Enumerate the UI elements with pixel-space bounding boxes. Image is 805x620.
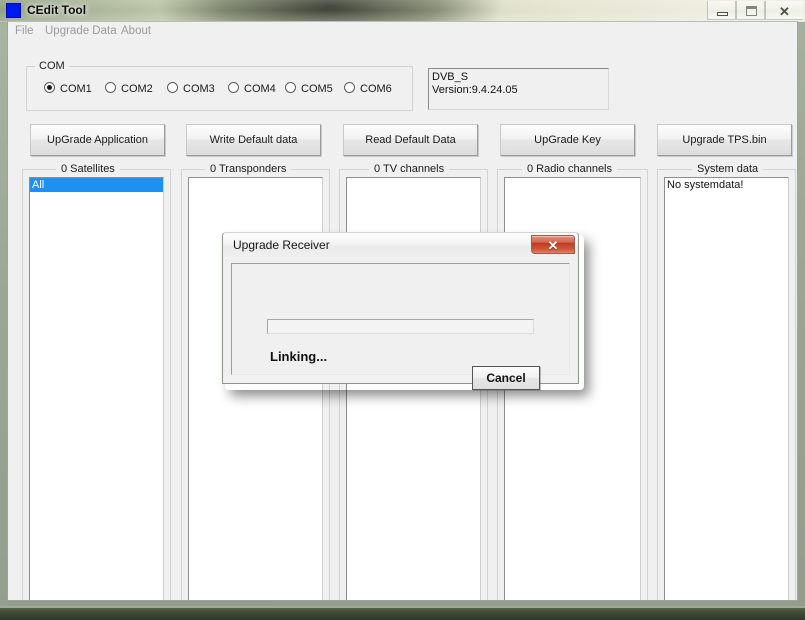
menu-item-file[interactable]: File <box>15 25 34 37</box>
desktop-wallpaper-strip <box>0 606 805 620</box>
radio-dot-icon <box>228 82 239 93</box>
radio-com6-label: COM6 <box>360 83 392 95</box>
radio-dot-icon <box>167 82 178 93</box>
radio-channels-group-label: 0 Radio channels <box>522 163 618 175</box>
satellites-group-label: 0 Satellites <box>56 163 120 175</box>
radio-dot-icon <box>44 82 55 93</box>
radio-com2[interactable]: COM2 <box>105 82 153 98</box>
cancel-button[interactable]: Cancel <box>472 366 540 390</box>
device-type-label: DVB_S <box>432 71 469 83</box>
dialog-title: Upgrade Receiver <box>233 238 330 252</box>
window-titlebar[interactable]: CEdit Tool ✕ <box>0 0 805 21</box>
write-default-data-button[interactable]: Write Default data <box>186 124 321 156</box>
minimize-icon <box>717 12 728 16</box>
menu-item-about[interactable]: About <box>121 25 151 37</box>
system-data-group: System data No systemdata! <box>657 163 796 600</box>
close-icon: ✕ <box>779 4 790 19</box>
dialog-status-text: Linking... <box>270 349 328 364</box>
maximize-icon <box>746 6 757 16</box>
tv-channels-group-label: 0 TV channels <box>369 163 450 175</box>
radio-com5-label: COM5 <box>301 83 333 95</box>
radio-com4-label: COM4 <box>244 83 276 95</box>
radio-com4[interactable]: COM4 <box>228 82 276 98</box>
read-default-data-button[interactable]: Read Default Data <box>343 124 478 156</box>
radio-com6[interactable]: COM6 <box>344 82 392 98</box>
radio-com5[interactable]: COM5 <box>285 82 333 98</box>
radio-dot-icon <box>285 82 296 93</box>
radio-dot-icon <box>344 82 355 93</box>
transponders-group-label: 0 Transponders <box>205 163 292 175</box>
device-version-label: Version:9.4.24.05 <box>432 84 518 96</box>
upgrade-tps-bin-button[interactable]: Upgrade TPS.bin <box>657 124 792 156</box>
radio-com3-label: COM3 <box>183 83 215 95</box>
device-version-box: DVB_S Version:9.4.24.05 <box>428 68 609 110</box>
list-item[interactable]: All <box>30 178 163 192</box>
radio-dot-icon <box>105 82 116 93</box>
satellites-group: 0 Satellites All <box>22 163 171 600</box>
list-item[interactable]: No systemdata! <box>665 178 788 192</box>
com-port-group: COM COM1 COM2 COM3 COM4 COM5 COM6 <box>26 60 413 111</box>
upgrade-receiver-dialog: Upgrade Receiver ✕ Linking... Cancel <box>222 232 579 390</box>
dialog-body: Linking... Cancel <box>231 263 570 390</box>
dialog-close-button[interactable]: ✕ <box>531 235 575 254</box>
system-data-group-label: System data <box>692 163 764 175</box>
app-icon <box>6 3 21 18</box>
close-button[interactable]: ✕ <box>765 1 803 20</box>
window-title: CEdit Tool <box>27 3 87 17</box>
system-data-listbox[interactable]: No systemdata! <box>664 177 789 600</box>
dialog-titlebar[interactable]: Upgrade Receiver ✕ <box>223 233 578 258</box>
upgrade-progress-bar <box>267 319 534 334</box>
radio-com3[interactable]: COM3 <box>167 82 215 98</box>
radio-com1[interactable]: COM1 <box>44 82 92 98</box>
radio-com2-label: COM2 <box>121 83 153 95</box>
menu-bar: File Upgrade Data About <box>8 22 797 42</box>
upgrade-application-button[interactable]: UpGrade Application <box>30 124 165 156</box>
close-icon: ✕ <box>547 238 559 253</box>
minimize-button[interactable] <box>707 1 736 20</box>
radio-com1-label: COM1 <box>60 83 92 95</box>
upgrade-key-button[interactable]: UpGrade Key <box>500 124 635 156</box>
maximize-button[interactable] <box>736 1 765 20</box>
menu-item-upgrade-data[interactable]: Upgrade Data <box>45 25 117 37</box>
satellites-listbox[interactable]: All <box>29 177 164 600</box>
com-group-label: COM <box>35 60 69 72</box>
